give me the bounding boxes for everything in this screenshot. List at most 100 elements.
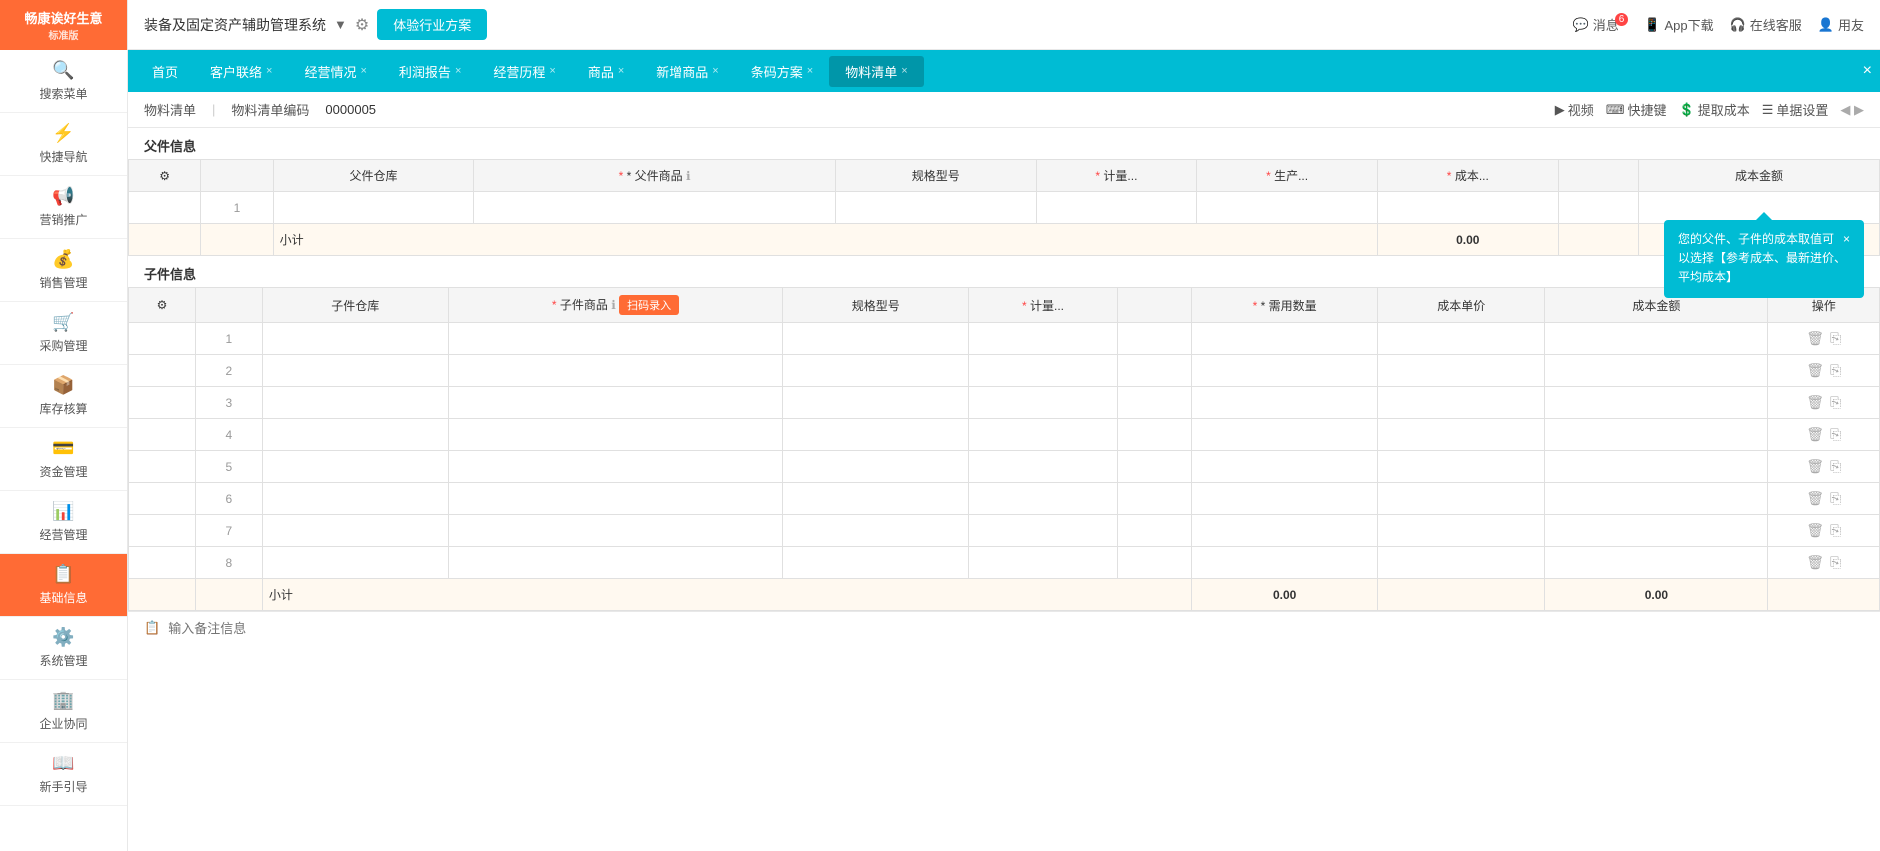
copy-icon-row1[interactable]: ⎘ <box>1830 330 1841 347</box>
child-row7-spec[interactable] <box>783 515 969 547</box>
video-action[interactable]: ▶ 视频 <box>1555 100 1594 119</box>
child-row1-spec[interactable] <box>783 323 969 355</box>
tab-home[interactable]: 首页 <box>136 56 194 87</box>
child-row3-spec[interactable] <box>783 387 969 419</box>
tab-operations-status-close[interactable]: × <box>360 65 366 77</box>
child-row4-product[interactable] <box>448 419 783 451</box>
child-row8-product[interactable] <box>448 547 783 579</box>
delete-icon-row8[interactable]: 🗑 <box>1806 554 1824 571</box>
sidebar-item-operations[interactable]: 📊 经营管理 <box>0 491 127 554</box>
child-row6-warehouse[interactable] <box>262 483 448 515</box>
child-row5-spec[interactable] <box>783 451 969 483</box>
parent-row1-unit[interactable] <box>1036 192 1197 224</box>
sidebar-item-basic-info[interactable]: 📋 基础信息 <box>0 554 127 617</box>
extract-cost-action[interactable]: 💲 提取成本 <box>1679 100 1750 119</box>
online-service-item[interactable]: 🎧 在线客服 <box>1730 15 1802 34</box>
tab-profit-close[interactable]: × <box>455 65 461 77</box>
tab-history[interactable]: 经营历程× <box>477 56 571 87</box>
child-row7-unit[interactable] <box>969 515 1118 547</box>
child-row5-warehouse[interactable] <box>262 451 448 483</box>
shortcut-action[interactable]: ⌨ 快捷键 <box>1606 100 1667 119</box>
tab-barcode-close[interactable]: × <box>807 65 813 77</box>
child-row5-unit-price[interactable] <box>1378 451 1545 483</box>
delete-icon-row5[interactable]: 🗑 <box>1806 458 1824 475</box>
copy-icon-row6[interactable]: ⎘ <box>1830 490 1841 507</box>
tab-barcode[interactable]: 条码方案× <box>735 56 829 87</box>
sidebar-item-system[interactable]: ⚙️ 系统管理 <box>0 617 127 680</box>
copy-icon-row5[interactable]: ⎘ <box>1830 458 1841 475</box>
child-row2-product[interactable] <box>448 355 783 387</box>
parent-row1-cost[interactable] <box>1377 192 1558 224</box>
user-item[interactable]: 👤 用友 <box>1818 15 1864 34</box>
delete-icon-row6[interactable]: 🗑 <box>1806 490 1824 507</box>
child-row1-warehouse[interactable] <box>262 323 448 355</box>
settings-icon[interactable]: ⚙ <box>159 169 170 183</box>
delete-icon-row2[interactable]: 🗑 <box>1806 362 1824 379</box>
child-row3-unit[interactable] <box>969 387 1118 419</box>
sidebar-item-marketing[interactable]: 📢 营销推广 <box>0 176 127 239</box>
child-row1-product[interactable] <box>448 323 783 355</box>
sidebar-item-finance[interactable]: 💳 资金管理 <box>0 428 127 491</box>
system-dropdown-icon[interactable]: ▼ <box>334 17 347 32</box>
tab-history-close[interactable]: × <box>549 65 555 77</box>
sidebar-item-quick-nav[interactable]: ⚡ 快捷导航 <box>0 113 127 176</box>
child-row2-warehouse[interactable] <box>262 355 448 387</box>
sidebar-item-guide[interactable]: 📖 新手引导 <box>0 743 127 806</box>
message-item[interactable]: 💬 消息 6 <box>1573 15 1629 34</box>
tab-profit[interactable]: 利润报告× <box>383 56 477 87</box>
child-row8-spec[interactable] <box>783 547 969 579</box>
child-row1-qty[interactable] <box>1192 323 1378 355</box>
sidebar-item-inventory[interactable]: 📦 库存核算 <box>0 365 127 428</box>
tab-product-close[interactable]: × <box>618 65 624 77</box>
sidebar-item-sales[interactable]: 💰 销售管理 <box>0 239 127 302</box>
child-row2-spec[interactable] <box>783 355 969 387</box>
child-row6-product[interactable] <box>448 483 783 515</box>
child-row2-qty[interactable] <box>1192 355 1378 387</box>
child-row5-qty[interactable] <box>1192 451 1378 483</box>
tab-product[interactable]: 商品× <box>572 56 640 87</box>
delete-icon-row7[interactable]: 🗑 <box>1806 522 1824 539</box>
child-row1-unit-price[interactable] <box>1378 323 1545 355</box>
scan-input-button[interactable]: 扫码录入 <box>619 295 679 315</box>
child-row3-qty[interactable] <box>1192 387 1378 419</box>
child-row6-qty[interactable] <box>1192 483 1378 515</box>
parent-row1-product[interactable] <box>474 192 835 224</box>
copy-icon-row8[interactable]: ⎘ <box>1830 554 1841 571</box>
delete-icon-row4[interactable]: 🗑 <box>1806 426 1824 443</box>
child-row3-product[interactable] <box>448 387 783 419</box>
copy-icon-row4[interactable]: ⎘ <box>1830 426 1841 443</box>
child-row7-warehouse[interactable] <box>262 515 448 547</box>
tab-customer[interactable]: 客户联络× <box>194 56 288 87</box>
parent-row1-production[interactable] <box>1197 192 1378 224</box>
child-row8-unit-price[interactable] <box>1378 547 1545 579</box>
child-row7-qty[interactable] <box>1192 515 1378 547</box>
child-row8-qty[interactable] <box>1192 547 1378 579</box>
tab-bom-close[interactable]: × <box>901 65 907 77</box>
child-row2-unit[interactable] <box>969 355 1118 387</box>
try-industry-button[interactable]: 体验行业方案 <box>377 9 487 40</box>
child-row7-product[interactable] <box>448 515 783 547</box>
child-row4-warehouse[interactable] <box>262 419 448 451</box>
sidebar-item-purchase[interactable]: 🛒 采购管理 <box>0 302 127 365</box>
child-row7-unit-price[interactable] <box>1378 515 1545 547</box>
remark-input[interactable] <box>168 621 1864 636</box>
tab-new-product[interactable]: 新增商品× <box>640 56 734 87</box>
tab-customer-close[interactable]: × <box>266 65 272 77</box>
child-row6-unit-price[interactable] <box>1378 483 1545 515</box>
tab-bom[interactable]: 物料清单× <box>829 56 923 87</box>
copy-icon-row2[interactable]: ⎘ <box>1830 362 1841 379</box>
child-row3-unit-price[interactable] <box>1378 387 1545 419</box>
nav-close-all[interactable]: × <box>1863 62 1872 80</box>
settings-gear-icon[interactable]: ⚙ <box>355 15 369 35</box>
tab-operations-status[interactable]: 经营情况× <box>288 56 382 87</box>
nav-arrows[interactable]: ◀ ▶ <box>1840 102 1864 118</box>
child-row1-unit[interactable] <box>969 323 1118 355</box>
child-row8-warehouse[interactable] <box>262 547 448 579</box>
child-row4-unit-price[interactable] <box>1378 419 1545 451</box>
child-row5-product[interactable] <box>448 451 783 483</box>
breadcrumb-bom-list[interactable]: 物料清单 <box>144 100 196 119</box>
copy-icon-row3[interactable]: ⎘ <box>1830 394 1841 411</box>
child-row6-spec[interactable] <box>783 483 969 515</box>
delete-icon-row3[interactable]: 🗑 <box>1806 394 1824 411</box>
tab-new-product-close[interactable]: × <box>712 65 718 77</box>
